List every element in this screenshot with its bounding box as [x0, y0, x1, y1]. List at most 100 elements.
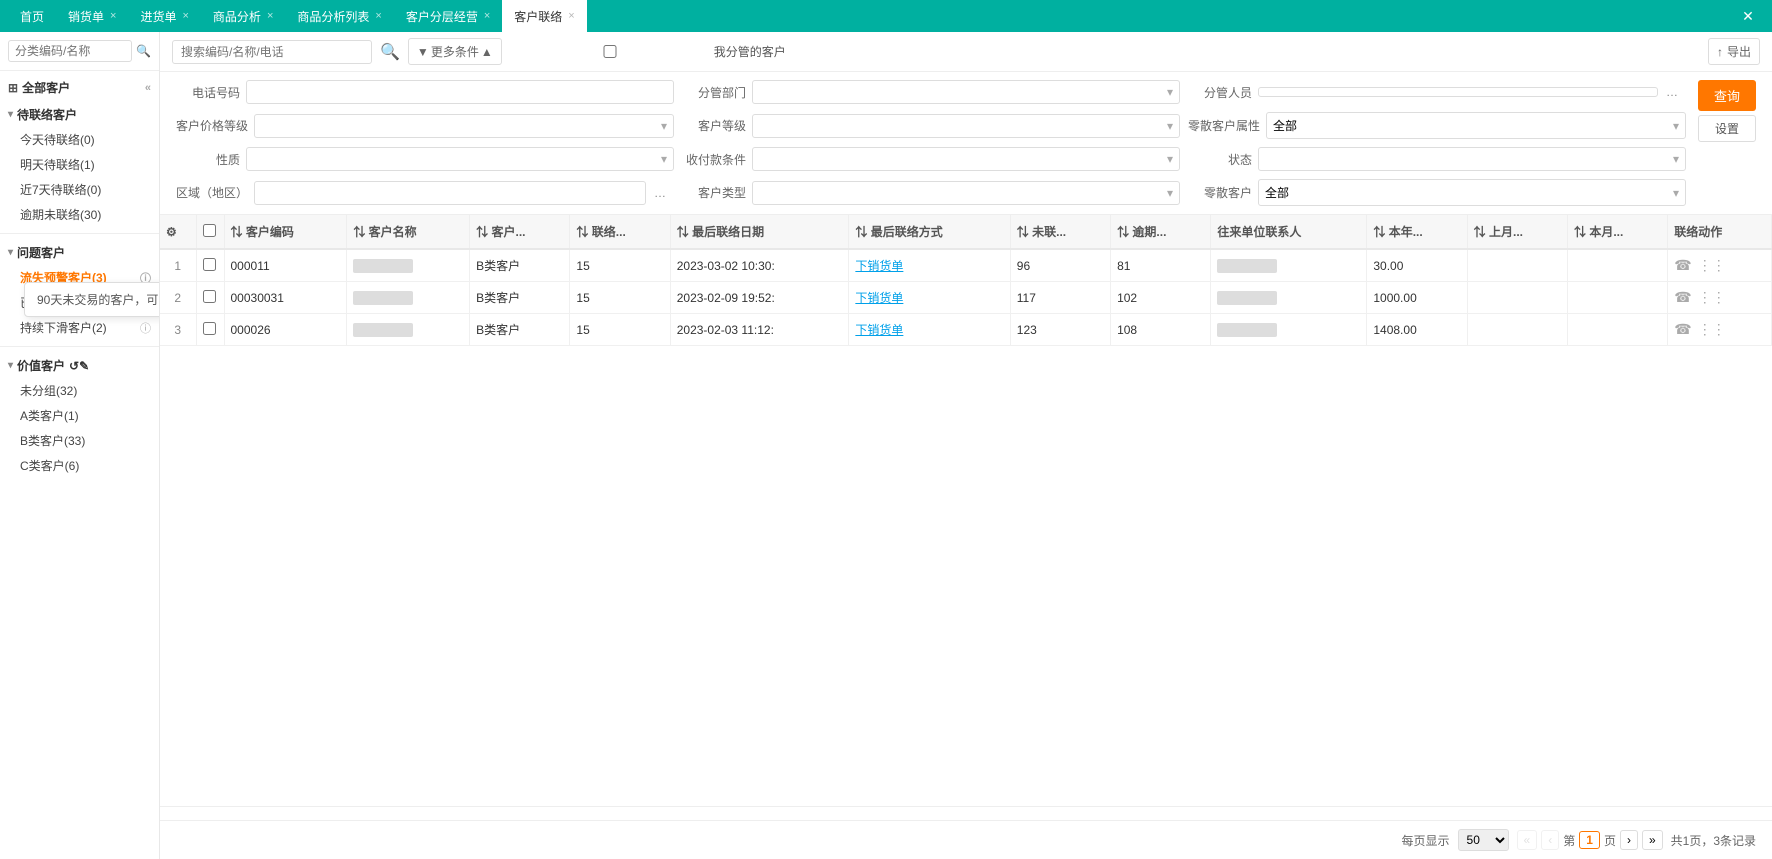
table-header-row: ⚙ ⇅ 客户编码 ⇅ 客户名称 — [160, 215, 1772, 249]
prev-page-button[interactable]: ‹ — [1541, 830, 1559, 850]
sidebar-group-value-header[interactable]: ▾ 价值客户 ↺ ✎ — [0, 353, 159, 378]
filter-customer-level-select[interactable]: ▾ — [752, 114, 1180, 138]
nav-product-analysis-close[interactable]: × — [267, 10, 273, 22]
sidebar-search-icon[interactable]: 🔍 — [136, 44, 151, 58]
col-tm-sort-icon: ⇅ — [1574, 225, 1586, 239]
filter-person-more[interactable]: … — [1658, 85, 1686, 99]
query-button[interactable]: 查询 — [1698, 80, 1756, 111]
filter-customer-level: 客户等级 ▾ — [682, 114, 1180, 138]
select-all-checkbox[interactable] — [203, 224, 216, 237]
row-checkbox-0[interactable] — [203, 258, 216, 271]
action-more-icon-2[interactable]: ⋮⋮ — [1698, 321, 1726, 338]
my-customers-checkbox[interactable] — [510, 45, 710, 58]
filter-customer-type-select[interactable]: ▾ — [752, 181, 1180, 205]
search-input[interactable] — [172, 40, 372, 64]
nav-home[interactable]: 首页 — [8, 0, 56, 32]
sidebar-item-b-class[interactable]: B类客户(33) — [0, 428, 159, 453]
sidebar-group-pending-header[interactable]: ▾ 待联络客户 — [0, 102, 159, 127]
cell-checkbox-2[interactable] — [196, 314, 224, 346]
cell-checkbox-0[interactable] — [196, 249, 224, 282]
filter-payment-select[interactable]: ▾ — [752, 147, 1180, 171]
sidebar-item-a-class[interactable]: A类客户(1) — [0, 403, 159, 428]
sidebar-item-today[interactable]: 今天待联络(0) — [0, 127, 159, 152]
filter-customer-level-label: 客户等级 — [682, 117, 752, 134]
action-phone-icon-1[interactable]: ☎ — [1674, 289, 1691, 306]
last-method-link-0[interactable]: 下销货单 — [855, 259, 903, 273]
filter-zero-customer-select[interactable]: 全部 ▾ — [1258, 179, 1686, 206]
cell-last-method-0[interactable]: 下销货单 — [849, 249, 1010, 282]
row-checkbox-1[interactable] — [203, 290, 216, 303]
sidebar-item-declining[interactable]: 持续下滑客户(2) ⓘ — [0, 315, 159, 340]
search-button[interactable]: 🔍 — [380, 42, 400, 62]
col-header-settings[interactable]: ⚙ — [160, 215, 196, 249]
last-method-link-1[interactable]: 下销货单 — [855, 291, 903, 305]
more-conditions-button[interactable]: ▼ 更多条件 ▲ — [408, 38, 502, 65]
cell-last-method-1[interactable]: 下销货单 — [849, 282, 1010, 314]
last-page-button[interactable]: » — [1642, 830, 1663, 850]
filter-action-buttons: 查询 设置 — [1698, 80, 1756, 142]
cell-last-month-2 — [1467, 314, 1567, 346]
filter-price-level-select[interactable]: ▾ — [254, 114, 674, 138]
nav-customer-layer[interactable]: 客户分层经营 × — [394, 0, 502, 32]
first-page-button[interactable]: « — [1517, 830, 1538, 850]
edit-icon-value[interactable]: ✎ — [79, 359, 89, 373]
window-close-button[interactable]: ✕ — [1732, 0, 1764, 32]
per-page-select[interactable]: 50 100 200 — [1458, 829, 1509, 851]
sidebar-collapse-btn[interactable]: « — [145, 82, 151, 94]
action-more-icon-1[interactable]: ⋮⋮ — [1698, 289, 1726, 306]
nav-customer-contact[interactable]: 客户联络 × — [502, 0, 586, 32]
arrow-down-icon3: ▾ — [8, 360, 13, 371]
cell-type-0: B类客户 — [470, 249, 570, 282]
row-checkbox-2[interactable] — [203, 322, 216, 335]
filter-dept-select[interactable]: ▾ — [752, 80, 1180, 104]
cell-unlink-2: 123 — [1010, 314, 1110, 346]
sidebar-item-ungroup[interactable]: 未分组(32) — [0, 378, 159, 403]
cell-checkbox-1[interactable] — [196, 282, 224, 314]
chevron-up-icon: ▲ — [481, 45, 493, 59]
chevron-down-icon-price: ▾ — [661, 119, 667, 133]
nav-purchase[interactable]: 进货单 × — [128, 0, 200, 32]
filter-phone-input[interactable] — [246, 80, 674, 104]
sidebar-item-7days[interactable]: 近7天待联络(0) — [0, 177, 159, 202]
horizontal-scrollbar[interactable] — [160, 806, 1772, 820]
filter-person: 分管人员 … — [1188, 84, 1686, 101]
export-button[interactable]: ↑ 导出 — [1708, 38, 1760, 65]
my-customers-checkbox-label[interactable]: 我分管的客户 — [510, 43, 786, 60]
last-method-link-2[interactable]: 下销货单 — [855, 323, 903, 337]
nav-product-list[interactable]: 商品分析列表 × — [285, 0, 393, 32]
col-header-contact-person: 往来单位联系人 — [1211, 215, 1367, 249]
action-more-icon-0[interactable]: ⋮⋮ — [1698, 257, 1726, 274]
cell-last-method-2[interactable]: 下销货单 — [849, 314, 1010, 346]
sidebar-item-c-class[interactable]: C类客户(6) — [0, 453, 159, 478]
nav-customer-contact-close[interactable]: × — [568, 10, 574, 22]
nav-purchase-close[interactable]: × — [182, 10, 188, 22]
nav-sales-close[interactable]: × — [110, 10, 116, 22]
chevron-down-icon-payment: ▾ — [1167, 152, 1173, 166]
nav-product-analysis[interactable]: 商品分析 × — [201, 0, 285, 32]
filter-zero-attr: 零散客户属性 全部 ▾ — [1188, 112, 1686, 139]
filter-region-input[interactable] — [254, 181, 646, 205]
filter-zero-attr-select[interactable]: 全部 ▾ — [1266, 112, 1686, 139]
nav-product-list-close[interactable]: × — [375, 10, 381, 22]
settings-button[interactable]: 设置 — [1698, 115, 1756, 142]
action-phone-icon-2[interactable]: ☎ — [1674, 321, 1691, 338]
nav-customer-layer-close[interactable]: × — [484, 10, 490, 22]
chevron-down-icon-zero: ▾ — [1673, 119, 1679, 133]
cell-overdue-1: 102 — [1111, 282, 1211, 314]
sidebar-item-tomorrow[interactable]: 明天待联络(1) — [0, 152, 159, 177]
action-phone-icon-0[interactable]: ☎ — [1674, 257, 1691, 274]
filter-nature-select[interactable]: ▾ — [246, 147, 674, 171]
next-page-button[interactable]: › — [1620, 830, 1638, 850]
nav-sales[interactable]: 销货单 × — [56, 0, 128, 32]
cell-actions-1: ☎ ⋮⋮ — [1668, 282, 1772, 314]
sidebar-search-input[interactable] — [8, 40, 132, 62]
sidebar-item-overdue[interactable]: 逾期未联络(30) — [0, 202, 159, 227]
sidebar-group-problem-label: 问题客户 — [17, 244, 65, 261]
filter-phone: 电话号码 — [176, 80, 674, 104]
col-type-sort-icon: ⇅ — [476, 225, 488, 239]
table-row: 1 000011 B类客户 15 2023-03-02 10:30: 下销货单 … — [160, 249, 1772, 282]
filter-person-select[interactable] — [1258, 87, 1658, 97]
filter-region-more[interactable]: … — [646, 186, 674, 200]
filter-status-select[interactable]: ▾ — [1258, 147, 1686, 171]
sidebar-group-problem-header[interactable]: ▾ 问题客户 — [0, 240, 159, 265]
